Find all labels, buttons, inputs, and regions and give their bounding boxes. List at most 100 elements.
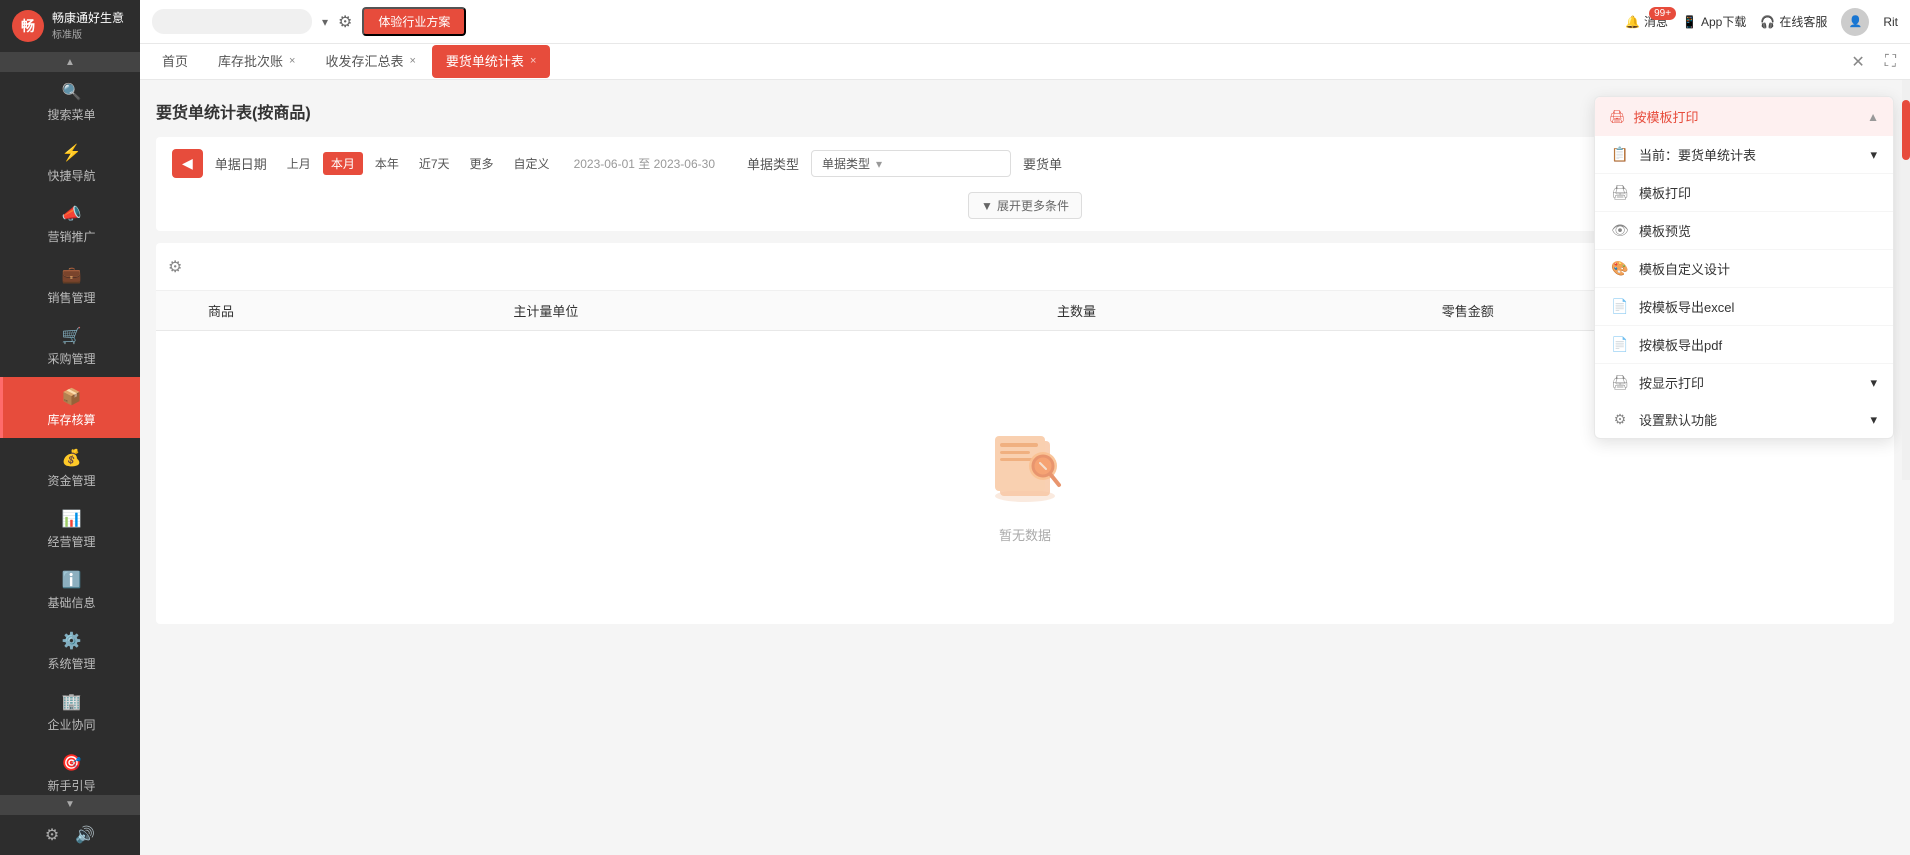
- sidebar-item-label: 搜索菜单: [47, 106, 95, 123]
- online-service-btn[interactable]: 🎧 在线客服: [1760, 13, 1827, 30]
- col-quantity: 主数量: [1045, 291, 1430, 331]
- current-template-left: 📋 当前：要货单统计表: [1611, 145, 1756, 164]
- basic-icon: ℹ️: [62, 570, 82, 590]
- export-pdf-item[interactable]: 📄 按模板导出pdf: [1595, 326, 1893, 364]
- template-preview-item[interactable]: 👁 模板预览: [1595, 212, 1893, 250]
- sidebar-logo: 畅 畅康通好生意 标准版: [0, 0, 140, 53]
- date-tab-current-month[interactable]: 本月: [323, 152, 363, 175]
- tab-order-stats[interactable]: 要货单统计表 ×: [432, 45, 550, 78]
- date-tab-current-year[interactable]: 本年: [367, 152, 407, 175]
- logo-text: 畅康通好生意: [52, 11, 124, 27]
- username-label[interactable]: Rit: [1883, 15, 1898, 29]
- set-default-label: 设置默认功能: [1639, 410, 1717, 429]
- template-design-label: 模板自定义设计: [1639, 259, 1730, 278]
- sidebar-item-label: 系统管理: [47, 655, 95, 672]
- sidebar-item-enterprise[interactable]: 🏢 企业协同: [0, 682, 140, 743]
- sidebar-item-marketing[interactable]: 📣 营销推广: [0, 194, 140, 255]
- tab-order-close[interactable]: ×: [530, 55, 536, 67]
- type-filter-select[interactable]: 单据类型 ▾: [811, 150, 1011, 177]
- inventory-icon: 📦: [62, 387, 82, 407]
- enterprise-icon: 🏢: [62, 692, 82, 712]
- sidebar-item-basic[interactable]: ℹ️ 基础信息: [0, 560, 140, 621]
- app-download-label: App下载: [1701, 13, 1746, 30]
- chevron-up-dropdown-icon: ▲: [1867, 110, 1879, 124]
- guide-icon: 🎯: [62, 753, 82, 773]
- template-icon: 📋: [1611, 146, 1629, 163]
- sidebar-scroll-up[interactable]: ▲: [0, 53, 140, 72]
- topbar-search-text: [164, 15, 236, 29]
- date-tab-last7[interactable]: 近7天: [411, 152, 458, 175]
- audio-icon[interactable]: 🔊: [75, 825, 95, 845]
- date-tab-more[interactable]: 更多: [462, 152, 502, 175]
- sidebar-item-inventory[interactable]: 📦 库存核算: [0, 377, 140, 438]
- chevron-down-icon: ▾: [876, 157, 882, 171]
- date-range-label: 2023-06-01 至 2023-06-30: [574, 155, 715, 172]
- tab-receipts-summary[interactable]: 收发存汇总表 ×: [311, 45, 429, 78]
- display-print-item[interactable]: 🖨 按显示打印 ▾: [1595, 364, 1893, 401]
- sidebar-item-search[interactable]: 🔍 搜索菜单: [0, 72, 140, 133]
- tab-home[interactable]: 首页: [148, 45, 202, 78]
- sidebar-item-operations[interactable]: 📊 经营管理: [0, 499, 140, 560]
- set-default-arrow: ▾: [1870, 412, 1877, 428]
- export-pdf-icon: 📄: [1611, 336, 1629, 353]
- empty-illustration: [975, 411, 1075, 511]
- template-print-item[interactable]: 🖨 模板打印: [1595, 174, 1893, 212]
- main-container: ▾ ⚙ 体验行业方案 🔔 消息 99+ 📱 App下载 🎧 在线客服 👤 Rit…: [140, 0, 1910, 855]
- page-scrollbar[interactable]: [1902, 80, 1910, 480]
- sidebar-item-finance[interactable]: 💰 资金管理: [0, 438, 140, 499]
- avatar: 👤: [1841, 8, 1869, 36]
- headset-icon: 🎧: [1760, 15, 1775, 29]
- template-preview-label: 模板预览: [1639, 221, 1691, 240]
- type-filter-label: 单据类型: [747, 154, 799, 173]
- print-dropdown-header[interactable]: 🖨 按模板打印 ▲: [1595, 97, 1893, 136]
- export-pdf-label: 按模板导出pdf: [1639, 335, 1722, 354]
- template-design-item[interactable]: 🎨 模板自定义设计: [1595, 250, 1893, 288]
- display-print-arrow: ▾: [1870, 375, 1877, 391]
- sidebar-item-system[interactable]: ⚙️ 系统管理: [0, 621, 140, 682]
- message-btn[interactable]: 🔔 消息 99+: [1625, 13, 1668, 30]
- template-design-icon: 🎨: [1611, 260, 1629, 277]
- sidebar-item-label: 库存核算: [47, 411, 95, 428]
- sidebar-item-guide[interactable]: 🎯 新手引导: [0, 743, 140, 795]
- sidebar-item-label: 快捷导航: [47, 167, 95, 184]
- export-excel-label: 按模板导出excel: [1639, 297, 1734, 316]
- tabs-bar: 首页 库存批次账 × 收发存汇总表 × 要货单统计表 × ✕ ⛶: [140, 44, 1910, 80]
- tab-receipts-label: 收发存汇总表: [325, 51, 403, 70]
- filter-collapse-btn[interactable]: ◀: [172, 149, 203, 178]
- export-excel-item[interactable]: 📄 按模板导出excel: [1595, 288, 1893, 326]
- maximize-window-icon[interactable]: ⛶: [1879, 51, 1902, 73]
- display-print-icon: 🖨: [1611, 374, 1629, 391]
- tab-home-label: 首页: [162, 51, 188, 70]
- topbar-gear-icon[interactable]: ⚙: [338, 12, 352, 32]
- tab-batch-account[interactable]: 库存批次账 ×: [204, 45, 309, 78]
- topbar-search-box: [152, 9, 312, 34]
- col-product: 商品: [196, 291, 501, 331]
- tabs-actions: ✕ ⛶: [1845, 50, 1902, 74]
- date-tab-prev-month[interactable]: 上月: [279, 152, 319, 175]
- app-download-btn[interactable]: 📱 App下载: [1682, 13, 1746, 30]
- sidebar-item-sales[interactable]: 💼 销售管理: [0, 255, 140, 316]
- current-template-item[interactable]: 📋 当前：要货单统计表 ▾: [1595, 136, 1893, 174]
- expand-more-btn[interactable]: ▼ 展开更多条件: [968, 192, 1082, 219]
- sidebar-scroll-down[interactable]: ▼: [0, 795, 140, 814]
- tab-receipts-close[interactable]: ×: [409, 55, 415, 67]
- date-tabs: 上月 本月 本年 近7天 更多 自定义: [279, 152, 558, 175]
- table-settings-icon[interactable]: ⚙: [168, 257, 182, 277]
- phone-icon: 📱: [1682, 15, 1697, 29]
- settings-bottom-icon[interactable]: ⚙: [45, 825, 59, 845]
- bell-icon: 🔔: [1625, 15, 1640, 29]
- sidebar-item-label: 采购管理: [47, 350, 95, 367]
- display-print-left: 🖨 按显示打印: [1611, 373, 1704, 392]
- tab-batch-close[interactable]: ×: [289, 55, 295, 67]
- close-window-icon[interactable]: ✕: [1845, 50, 1870, 74]
- topbar-dropdown-arrow[interactable]: ▾: [322, 15, 328, 29]
- date-tab-custom[interactable]: 自定义: [506, 152, 558, 175]
- sidebar-item-purchase[interactable]: 🛒 采购管理: [0, 316, 140, 377]
- scrollbar-thumb[interactable]: [1902, 100, 1910, 160]
- trial-btn[interactable]: 体验行业方案: [362, 7, 466, 36]
- sidebar-item-quick-nav[interactable]: ⚡ 快捷导航: [0, 133, 140, 194]
- printer-dropdown-icon: 🖨: [1609, 109, 1626, 125]
- set-default-item[interactable]: ⚙ 设置默认功能 ▾: [1595, 401, 1893, 438]
- print-dropdown-right: ▲: [1867, 110, 1879, 124]
- sales-icon: 💼: [62, 265, 82, 285]
